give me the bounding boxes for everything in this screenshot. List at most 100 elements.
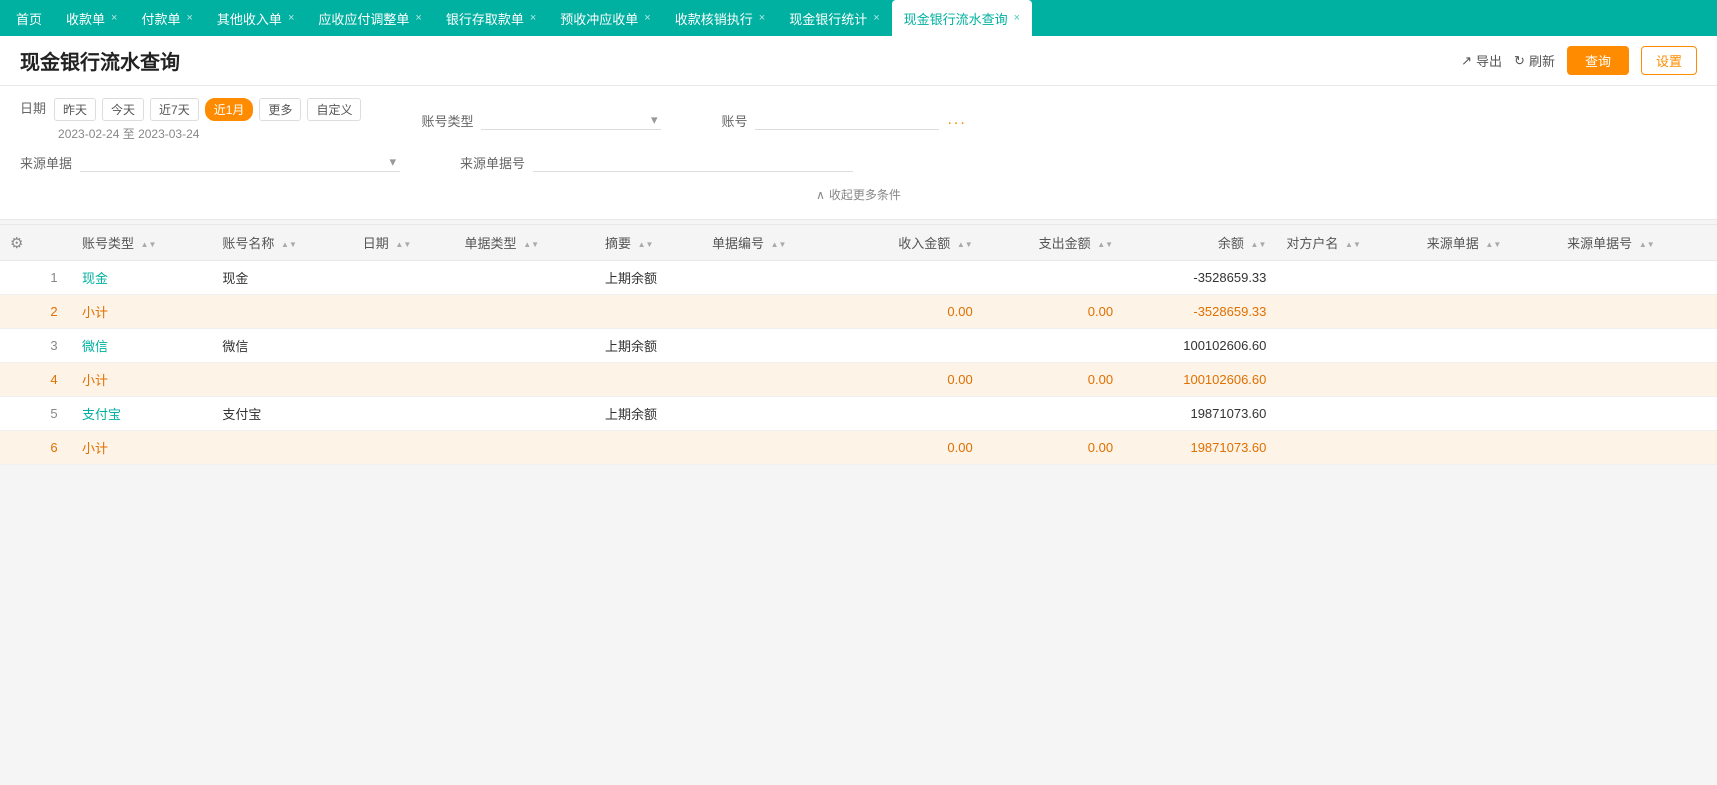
cell-row-num: 1: [36, 261, 72, 295]
th-date: 日期 ▲▼: [353, 225, 455, 261]
cell-doc-type: [455, 261, 595, 295]
source-doc-select-wrapper: [80, 152, 400, 172]
column-settings-icon[interactable]: ⚙: [10, 235, 23, 252]
th-num: [36, 225, 72, 261]
cell-gear: [0, 431, 36, 465]
date-filter-group: 日期 昨天 今天 近7天 近1月 更多 自定义 2023-02-24 至 202…: [20, 98, 361, 142]
close-adjustment-icon[interactable]: ×: [415, 12, 421, 24]
nav-tab-stats[interactable]: 现金银行统计 ×: [777, 0, 891, 36]
nav-tab-prepay[interactable]: 预收冲应收单 ×: [548, 0, 662, 36]
sort-balance-icon[interactable]: ▲▼: [1251, 241, 1267, 249]
date-range-display: 2023-02-24 至 2023-03-24: [58, 125, 361, 142]
account-input[interactable]: [755, 110, 939, 130]
cell-doc-type: [455, 431, 595, 465]
cell-doc-no: [702, 261, 842, 295]
cell-counterpart: [1276, 329, 1416, 363]
sort-income-icon[interactable]: ▲▼: [957, 241, 973, 249]
close-payment-icon[interactable]: ×: [186, 12, 192, 24]
close-stats-icon[interactable]: ×: [873, 12, 879, 24]
close-other-income-icon[interactable]: ×: [288, 12, 294, 24]
nav-tab-other-income[interactable]: 其他收入单 ×: [205, 0, 306, 36]
cell-expense: [983, 397, 1123, 431]
th-gear: ⚙: [0, 225, 36, 261]
cell-income: [842, 261, 982, 295]
cell-row-num: 3: [36, 329, 72, 363]
th-account-name: 账号名称 ▲▼: [212, 225, 352, 261]
cell-balance: 19871073.60: [1123, 431, 1276, 465]
cell-row-num: 6: [36, 431, 72, 465]
sort-counterpart-icon[interactable]: ▲▼: [1345, 241, 1361, 249]
cell-summary: 上期余额: [595, 261, 702, 295]
sort-doc-type-icon[interactable]: ▲▼: [523, 241, 539, 249]
cell-balance: 100102606.60: [1123, 363, 1276, 397]
cell-summary: [595, 363, 702, 397]
sort-source-doc-no-icon[interactable]: ▲▼: [1639, 241, 1655, 249]
cell-gear: [0, 261, 36, 295]
cell-source-doc-no: [1557, 329, 1717, 363]
nav-tab-payment[interactable]: 付款单 ×: [129, 0, 204, 36]
table-row: 6小计0.000.0019871073.60: [0, 431, 1717, 465]
cell-row-num: 5: [36, 397, 72, 431]
nav-tab-bank-deposit[interactable]: 银行存取款单 ×: [434, 0, 548, 36]
close-verify-icon[interactable]: ×: [759, 12, 765, 24]
sort-date-icon[interactable]: ▲▼: [395, 241, 411, 249]
cell-source-doc-no: [1557, 431, 1717, 465]
filter-row-2: 来源单据 来源单据号: [20, 152, 1697, 172]
query-button[interactable]: 查询: [1567, 46, 1629, 75]
sort-account-name-icon[interactable]: ▲▼: [281, 241, 297, 249]
source-doc-select[interactable]: [80, 152, 400, 172]
close-flow-query-icon[interactable]: ×: [1014, 12, 1020, 24]
th-source-doc-no: 来源单据号 ▲▼: [1557, 225, 1717, 261]
cell-counterpart: [1276, 261, 1416, 295]
cell-counterpart: [1276, 431, 1416, 465]
nav-tab-receipts[interactable]: 收款单 ×: [54, 0, 129, 36]
cell-counterpart: [1276, 363, 1416, 397]
close-prepay-icon[interactable]: ×: [644, 12, 650, 24]
sort-expense-icon[interactable]: ▲▼: [1097, 241, 1113, 249]
th-expense: 支出金额 ▲▼: [983, 225, 1123, 261]
th-source-doc: 来源单据 ▲▼: [1417, 225, 1557, 261]
nav-tab-adjustment[interactable]: 应收应付调整单 ×: [306, 0, 433, 36]
sort-source-doc-icon[interactable]: ▲▼: [1485, 241, 1501, 249]
close-bank-deposit-icon[interactable]: ×: [530, 12, 536, 24]
collapse-bar[interactable]: ∧ 收起更多条件: [20, 182, 1697, 211]
export-button[interactable]: ↗ 导出: [1461, 51, 1502, 70]
cell-account-name: [212, 295, 352, 329]
cell-account-type[interactable]: 微信: [72, 329, 212, 363]
account-type-select[interactable]: [481, 110, 661, 130]
date-btn-custom[interactable]: 自定义: [307, 98, 361, 121]
cell-row-num: 2: [36, 295, 72, 329]
date-btn-1month[interactable]: 近1月: [205, 98, 254, 121]
cell-account-type[interactable]: 现金: [72, 261, 212, 295]
nav-home[interactable]: 首页: [4, 9, 54, 28]
cell-doc-type: [455, 329, 595, 363]
date-btn-more[interactable]: 更多: [259, 98, 301, 121]
sort-summary-icon[interactable]: ▲▼: [638, 241, 654, 249]
cell-source-doc: [1417, 431, 1557, 465]
cell-expense: 0.00: [983, 431, 1123, 465]
export-icon: ↗: [1461, 53, 1472, 69]
cell-account-type[interactable]: 支付宝: [72, 397, 212, 431]
account-label: 账号: [721, 111, 747, 130]
sort-account-type-icon[interactable]: ▲▼: [141, 241, 157, 249]
source-doc-label: 来源单据: [20, 153, 72, 172]
cell-doc-type: [455, 363, 595, 397]
sort-doc-no-icon[interactable]: ▲▼: [771, 241, 787, 249]
source-doc-no-filter-group: 来源单据号: [460, 152, 853, 172]
cell-summary: 上期余额: [595, 329, 702, 363]
settings-button[interactable]: 设置: [1641, 46, 1697, 75]
nav-tab-verify[interactable]: 收款核销执行 ×: [663, 0, 777, 36]
close-receipts-icon[interactable]: ×: [111, 12, 117, 24]
date-btn-today[interactable]: 今天: [102, 98, 144, 121]
cell-balance: -3528659.33: [1123, 261, 1276, 295]
refresh-button[interactable]: ↻ 刷新: [1514, 51, 1555, 70]
data-table: ⚙ 账号类型 ▲▼ 账号名称 ▲▼ 日期 ▲▼ 单据类型 ▲▼: [0, 224, 1717, 465]
cell-counterpart: [1276, 397, 1416, 431]
source-doc-no-input[interactable]: [533, 152, 853, 172]
table-row: 2小计0.000.00-3528659.33: [0, 295, 1717, 329]
date-btn-yesterday[interactable]: 昨天: [54, 98, 96, 121]
more-dots-button[interactable]: ...: [947, 111, 966, 129]
date-btn-7days[interactable]: 近7天: [150, 98, 199, 121]
nav-tab-flow-query[interactable]: 现金银行流水查询 ×: [892, 0, 1032, 36]
cell-date: [353, 295, 455, 329]
